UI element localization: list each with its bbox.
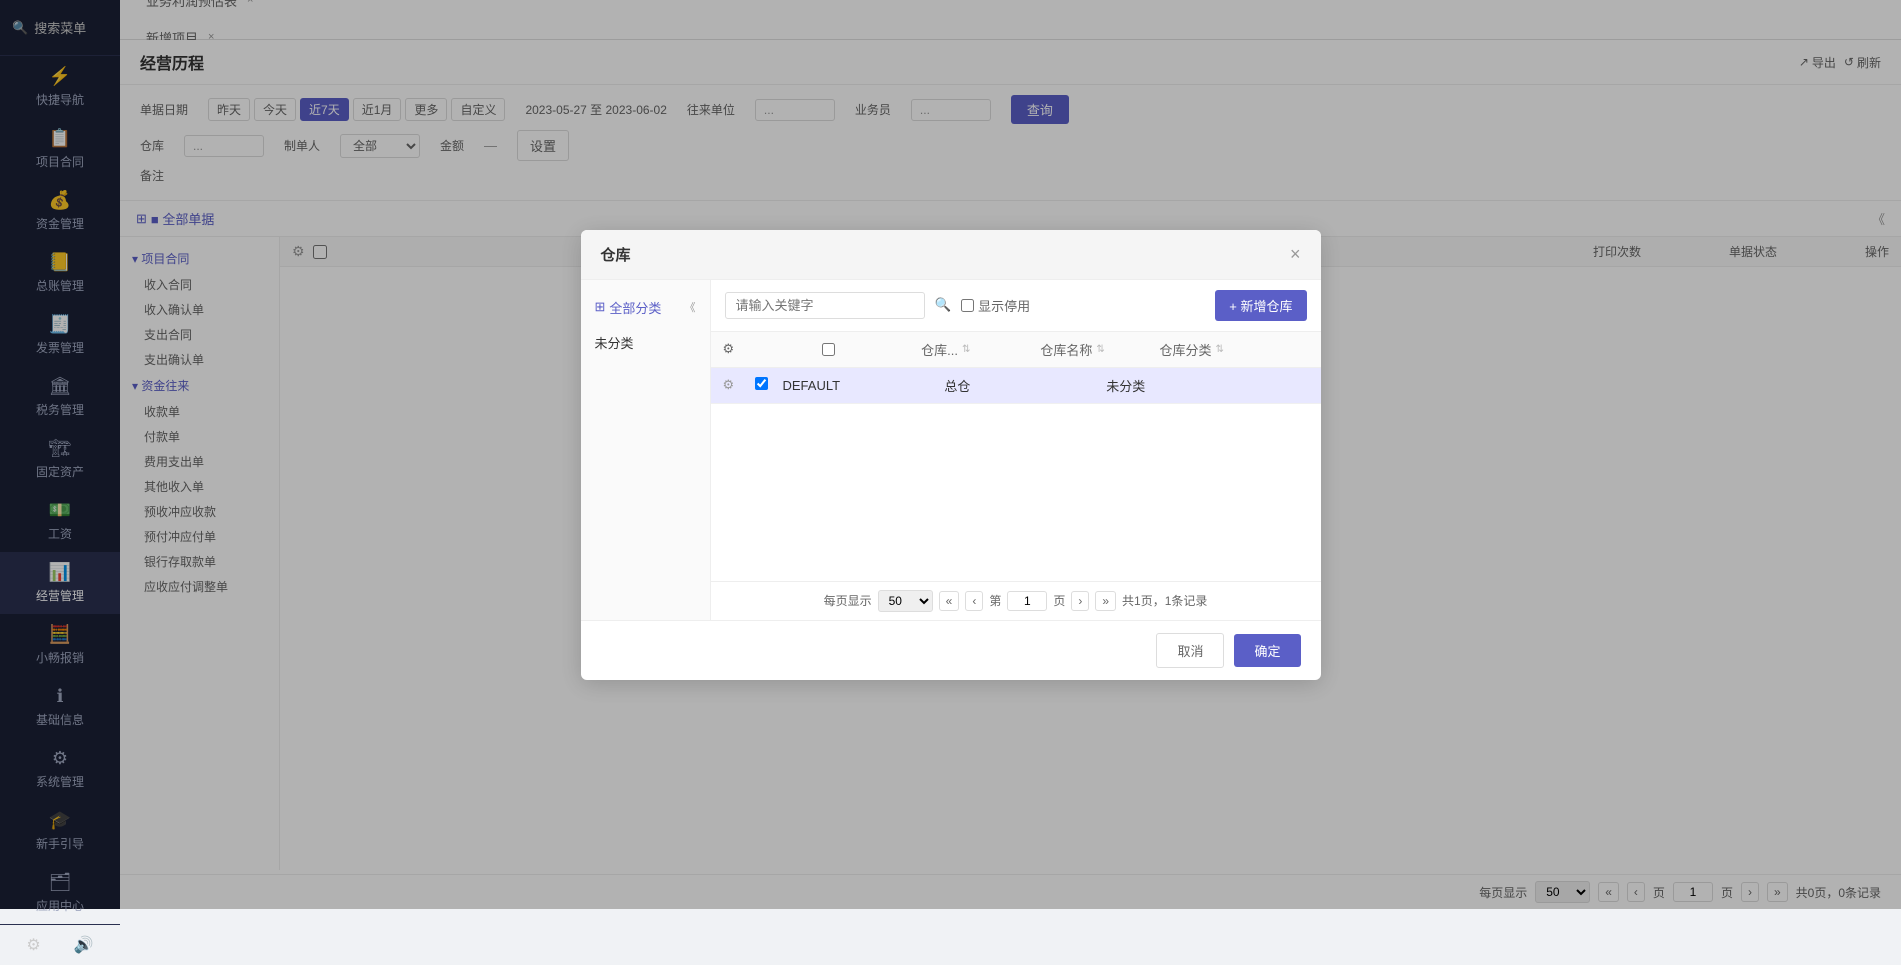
left-collapse-icon[interactable]: 《 xyxy=(685,299,696,315)
th-check xyxy=(822,343,921,356)
show-disabled-label[interactable]: 显示停用 xyxy=(961,296,1030,315)
sidebar-bottom: ⚙ 🔊 xyxy=(0,924,120,965)
modal-select-all[interactable] xyxy=(822,343,835,356)
add-warehouse-button[interactable]: + 新增仓库 xyxy=(1215,290,1306,321)
row-code: DEFAULT xyxy=(783,378,945,393)
modal-table-header: ⚙ 仓库... ⇅ 仓库名称 ⇅ xyxy=(711,332,1321,368)
modal-footer: 取消 确定 xyxy=(581,620,1321,680)
modal-uncategorized[interactable]: 未分类 xyxy=(581,325,710,360)
volume-icon[interactable]: 🔊 xyxy=(74,935,94,955)
modal-search-input[interactable] xyxy=(725,292,925,319)
modal-header: 仓库 × xyxy=(581,230,1321,280)
row-checkbox[interactable] xyxy=(755,377,783,393)
settings-icon[interactable]: ⚙ xyxy=(26,935,40,955)
modal-right-panel: 🔍 显示停用 + 新增仓库 ⚙ xyxy=(711,280,1321,620)
modal-pagination: 每页显示 501020100 « ‹ 第 页 › » 共1页，1条记录 xyxy=(711,581,1321,620)
cancel-button[interactable]: 取消 xyxy=(1156,633,1224,668)
modal-toolbar: 🔍 显示停用 + 新增仓库 xyxy=(711,280,1321,332)
modal-all-categories[interactable]: ⊞ 全部分类 《 xyxy=(581,290,710,325)
modal-last-page-btn[interactable]: » xyxy=(1095,591,1116,611)
th-category: 仓库分类 ⇅ xyxy=(1160,340,1309,359)
grid-icon-sm: ⊞ xyxy=(595,299,606,315)
th-code: 仓库... ⇅ xyxy=(921,340,1040,359)
row-icon: ⚙ xyxy=(723,377,755,393)
modal-overlay: 仓库 × ⊞ 全部分类 《 未分类 🔍 显示停用 xyxy=(0,0,1901,909)
modal-page-suffix: 页 xyxy=(1053,592,1065,609)
warehouse-modal: 仓库 × ⊞ 全部分类 《 未分类 🔍 显示停用 xyxy=(581,230,1321,680)
sort-code-icon[interactable]: ⇅ xyxy=(962,344,970,355)
modal-page-label: 第 xyxy=(989,592,1001,609)
row-category: 未分类 xyxy=(1106,376,1308,395)
modal-close-button[interactable]: × xyxy=(1290,244,1301,265)
sort-name-icon[interactable]: ⇅ xyxy=(1096,344,1104,355)
row-name: 总仓 xyxy=(944,376,1106,395)
modal-title: 仓库 xyxy=(601,244,631,265)
th-settings: ⚙ xyxy=(723,341,822,357)
modal-page-size-select[interactable]: 501020100 xyxy=(878,590,933,612)
modal-prev-page-btn[interactable]: ‹ xyxy=(965,591,983,611)
modal-table-row[interactable]: ⚙ DEFAULT 总仓 未分类 xyxy=(711,368,1321,404)
modal-page-size-label: 每页显示 xyxy=(824,592,872,609)
modal-body: ⊞ 全部分类 《 未分类 🔍 显示停用 + 新增仓库 xyxy=(581,280,1321,620)
modal-page-number-input[interactable] xyxy=(1007,591,1047,611)
modal-first-page-btn[interactable]: « xyxy=(939,591,960,611)
modal-search-button[interactable]: 🔍 xyxy=(935,297,952,313)
confirm-button[interactable]: 确定 xyxy=(1234,634,1300,667)
th-name: 仓库名称 ⇅ xyxy=(1040,340,1159,359)
modal-left-panel: ⊞ 全部分类 《 未分类 xyxy=(581,280,711,620)
row-checkbox-input[interactable] xyxy=(755,377,768,390)
sort-cat-icon[interactable]: ⇅ xyxy=(1216,344,1224,355)
modal-next-page-btn[interactable]: › xyxy=(1071,591,1089,611)
show-disabled-checkbox[interactable] xyxy=(961,299,974,312)
modal-total-records: 共1页，1条记录 xyxy=(1122,592,1207,609)
settings-icon-th[interactable]: ⚙ xyxy=(723,341,735,357)
modal-table: ⚙ 仓库... ⇅ 仓库名称 ⇅ xyxy=(711,332,1321,581)
